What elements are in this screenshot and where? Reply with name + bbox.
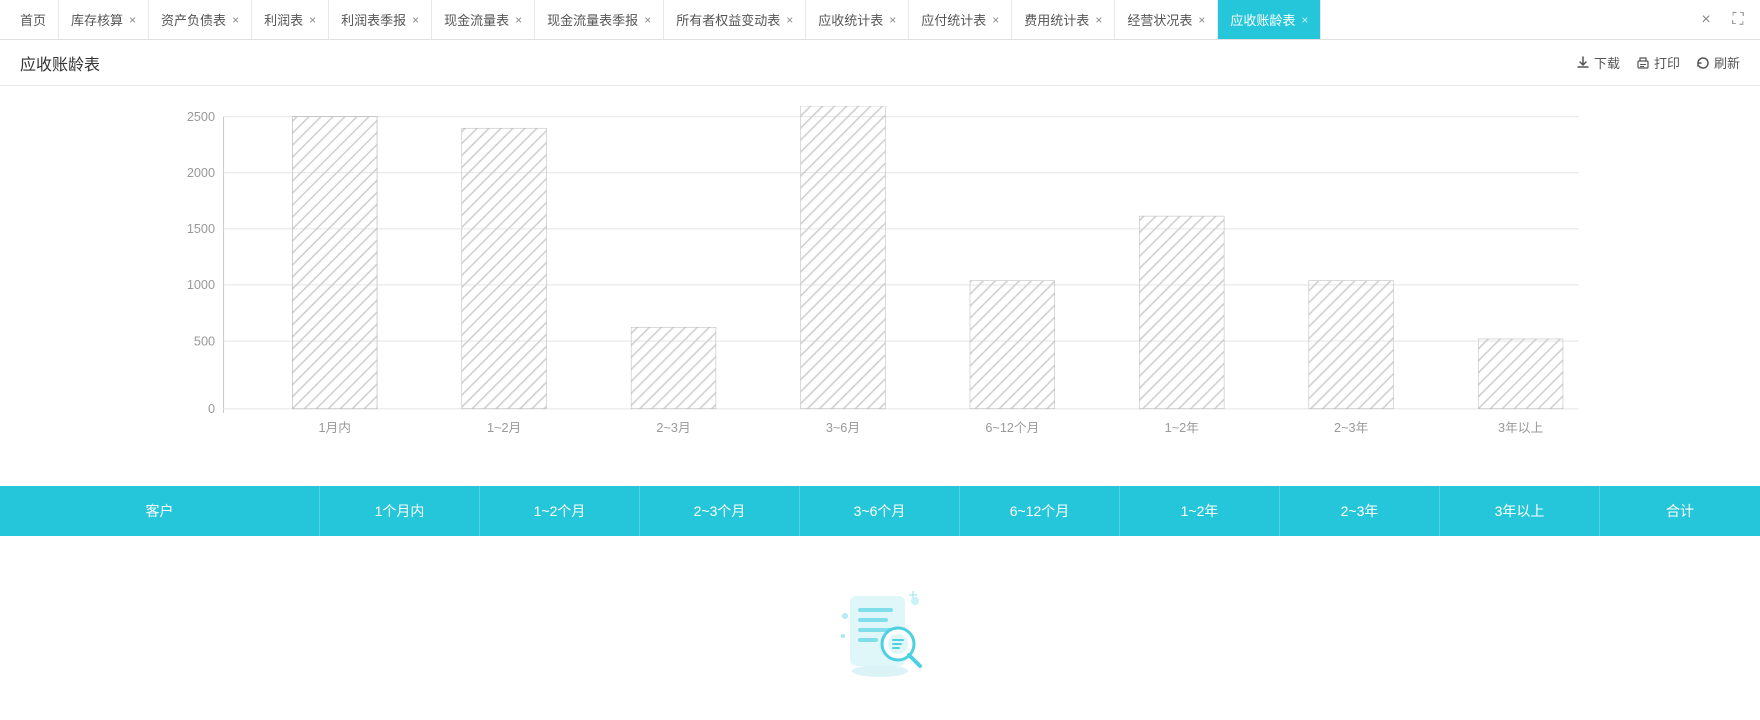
refresh-icon [1696, 56, 1710, 70]
svg-text:2500: 2500 [187, 110, 215, 124]
close-icon[interactable]: × [992, 13, 999, 27]
close-window-button[interactable]: × [1692, 6, 1720, 34]
col-header-2-3y: 2~3年 [1280, 486, 1440, 536]
close-icon[interactable]: × [309, 13, 316, 27]
close-icon[interactable]: × [515, 13, 522, 27]
col-header-6-12m: 6~12个月 [960, 486, 1120, 536]
table-header: 客户 1个月内 1~2个月 2~3个月 3~6个月 6~12个月 1~2年 2~… [0, 486, 1760, 536]
svg-text:500: 500 [194, 334, 215, 348]
svg-text:6~12个月: 6~12个月 [985, 421, 1039, 435]
svg-text:1000: 1000 [187, 278, 215, 292]
tab-ar-stats[interactable]: 应收统计表 × [806, 0, 909, 40]
svg-text:0: 0 [208, 402, 215, 416]
col-header-1m: 1个月内 [320, 486, 480, 536]
close-icon[interactable]: × [644, 13, 651, 27]
col-header-1-2m: 1~2个月 [480, 486, 640, 536]
tab-bar: 首页 库存核算 × 资产负债表 × 利润表 × 利润表季报 × 现金流量表 × … [0, 0, 1760, 40]
empty-state [0, 536, 1760, 706]
svg-text:2000: 2000 [187, 166, 215, 180]
page-title: 应收账龄表 [20, 51, 100, 75]
header-actions: 下载 打印 刷新 [1576, 53, 1740, 72]
tab-cash-flow[interactable]: 现金流量表 × [432, 0, 535, 40]
col-header-2-3m: 2~3个月 [640, 486, 800, 536]
tab-ap-stats[interactable]: 应付统计表 × [909, 0, 1012, 40]
col-header-3y-plus: 3年以上 [1440, 486, 1600, 536]
print-icon [1636, 56, 1650, 70]
svg-text:1500: 1500 [187, 222, 215, 236]
download-icon [1576, 56, 1590, 70]
col-header-customer: 客户 [0, 486, 320, 536]
svg-text:3年以上: 3年以上 [1498, 421, 1543, 435]
print-button[interactable]: 打印 [1636, 53, 1680, 72]
tab-home[interactable]: 首页 [8, 0, 59, 40]
empty-state-icon [825, 576, 935, 686]
close-icon[interactable]: × [232, 13, 239, 27]
chart-area: 2500 2000 1500 1000 500 0 [0, 86, 1760, 486]
tab-inventory[interactable]: 库存核算 × [59, 0, 149, 40]
close-icon[interactable]: × [1301, 13, 1308, 27]
close-icon[interactable]: × [1198, 13, 1205, 27]
tab-equity-changes[interactable]: 所有者权益变动表 × [664, 0, 806, 40]
col-header-3-6m: 3~6个月 [800, 486, 960, 536]
tab-balance-sheet[interactable]: 资产负债表 × [149, 0, 252, 40]
page-header: 应收账龄表 下载 打印 刷新 [0, 40, 1760, 86]
svg-text:3~6月: 3~6月 [826, 421, 860, 435]
tab-operations[interactable]: 经营状况表 × [1115, 0, 1218, 40]
close-icon[interactable]: × [129, 13, 136, 27]
bar-chart: 2500 2000 1500 1000 500 0 [30, 106, 1730, 466]
refresh-button[interactable]: 刷新 [1696, 53, 1740, 72]
close-icon[interactable]: × [412, 13, 419, 27]
main-content: 2500 2000 1500 1000 500 0 [0, 86, 1760, 720]
svg-text:1月内: 1月内 [318, 421, 350, 435]
svg-text:2~3月: 2~3月 [656, 421, 690, 435]
download-button[interactable]: 下载 [1576, 53, 1620, 72]
svg-text:1~2年: 1~2年 [1165, 421, 1200, 435]
col-header-total: 合计 [1600, 486, 1760, 536]
close-icon[interactable]: × [1095, 13, 1102, 27]
col-header-1-2y: 1~2年 [1120, 486, 1280, 536]
tab-profit-quarterly[interactable]: 利润表季报 × [329, 0, 432, 40]
tab-bar-actions: × ⛶ [1692, 6, 1752, 34]
tab-expense-stats[interactable]: 费用统计表 × [1012, 0, 1115, 40]
svg-text:1~2月: 1~2月 [487, 421, 521, 435]
tab-profit-loss[interactable]: 利润表 × [252, 0, 329, 40]
close-icon[interactable]: × [889, 13, 896, 27]
tab-cash-flow-quarterly[interactable]: 现金流量表季报 × [535, 0, 664, 40]
svg-text:2~3年: 2~3年 [1334, 421, 1369, 435]
close-icon[interactable]: × [786, 13, 793, 27]
tab-ar-aging[interactable]: 应收账龄表 × [1218, 0, 1321, 40]
maximize-window-button[interactable]: ⛶ [1724, 6, 1752, 34]
